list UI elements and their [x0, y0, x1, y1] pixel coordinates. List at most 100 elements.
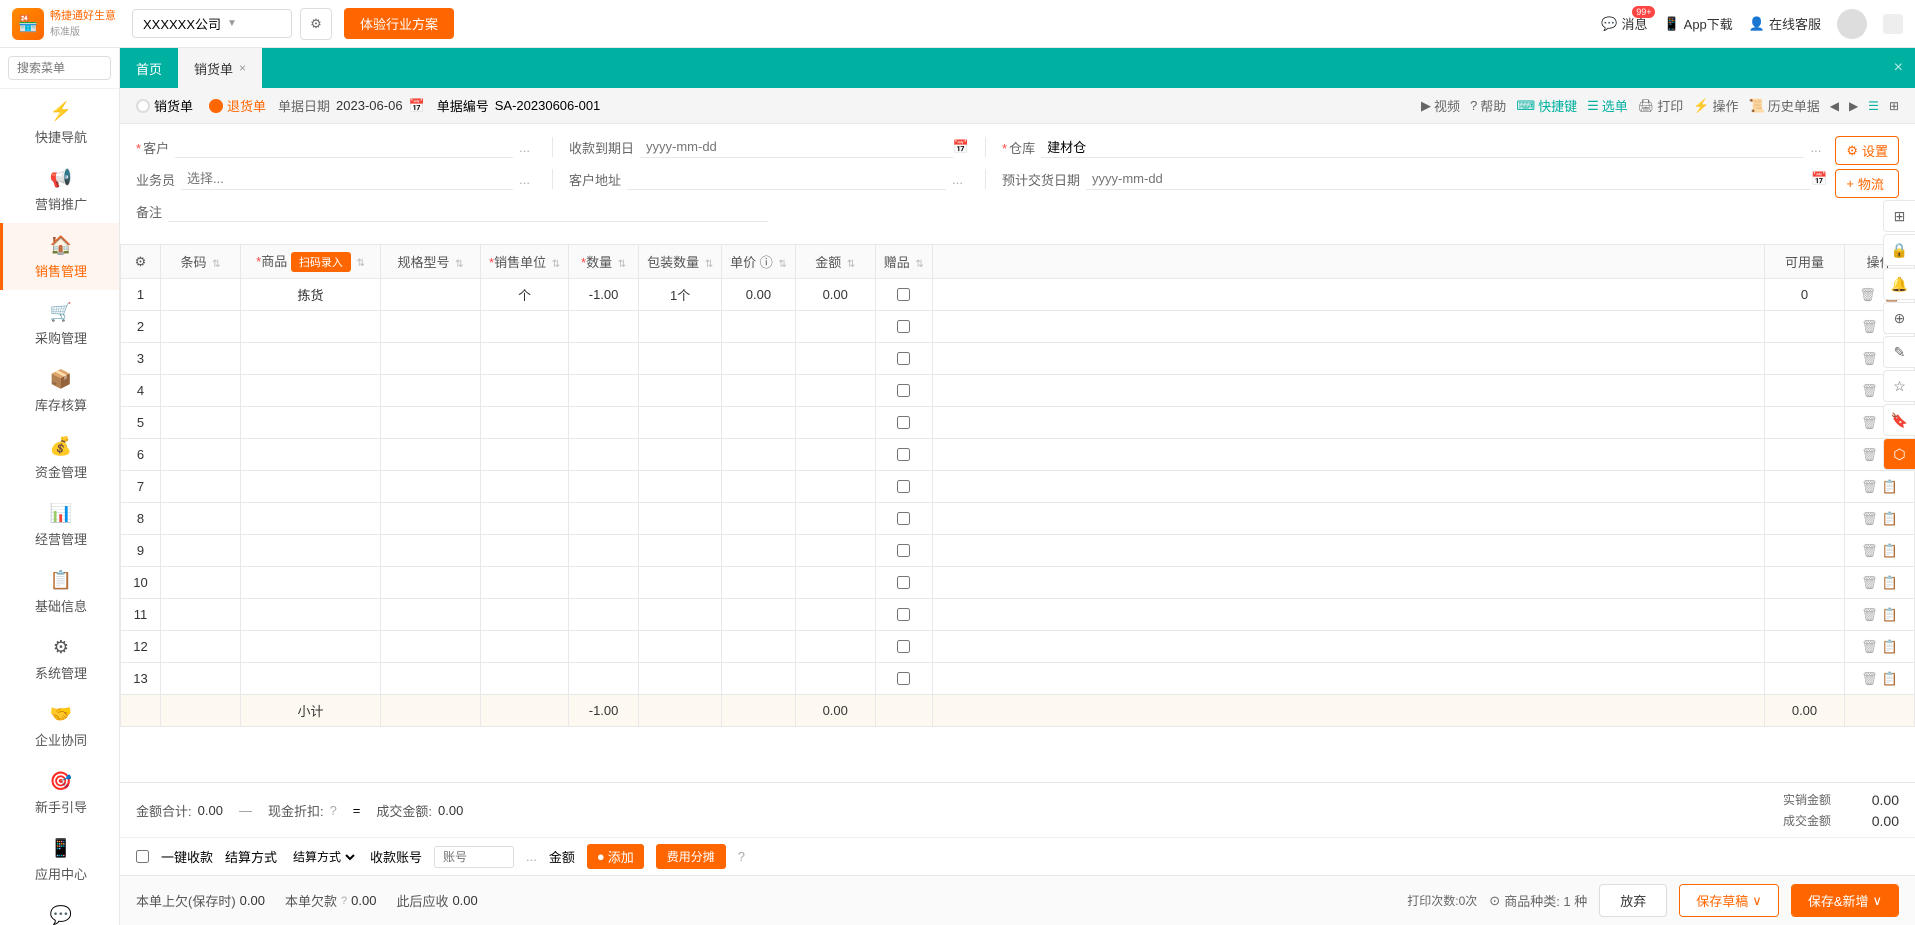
delete-icon[interactable]: 🗑 — [1861, 543, 1878, 558]
th-avail[interactable]: 可用量 — [1765, 245, 1845, 279]
avatar[interactable] — [1837, 9, 1867, 39]
bank-input[interactable] — [434, 846, 514, 868]
delete-icon[interactable]: 🗑 — [1861, 319, 1878, 334]
action-print[interactable]: 🖨 打印 — [1638, 96, 1684, 115]
row-gift[interactable] — [875, 279, 932, 311]
gift-checkbox[interactable] — [897, 608, 910, 621]
copy-icon[interactable]: 📋 — [1882, 671, 1898, 686]
copy-icon[interactable]: 📋 — [1882, 575, 1898, 590]
tab-sales-order[interactable]: 销货单 × — [178, 48, 262, 88]
sidebar-item-purchase[interactable]: 🛒 采购管理 — [0, 290, 119, 357]
sidebar-item-base[interactable]: 📋 基础信息 — [0, 558, 119, 625]
gift-checkbox[interactable] — [897, 320, 910, 333]
gift-checkbox[interactable] — [897, 352, 910, 365]
save-new-button[interactable]: 保存&新增 ∨ — [1792, 885, 1898, 916]
delete-icon[interactable]: 🗑 — [1861, 671, 1878, 686]
calc-method-select[interactable]: 结算方式 — [289, 849, 358, 865]
row-price[interactable]: 0.00 — [722, 279, 796, 311]
right-panel-item-3[interactable]: 🔔 — [1883, 268, 1915, 300]
row-amount[interactable]: 0.00 — [795, 279, 875, 311]
action-history[interactable]: 📜 历史单据 — [1749, 96, 1820, 115]
th-amount[interactable]: 金额 ⇅ — [795, 245, 875, 279]
gift-checkbox[interactable] — [897, 416, 910, 429]
remark-input[interactable] — [168, 200, 768, 222]
delete-icon[interactable]: 🗑 — [1861, 639, 1878, 654]
right-panel-item-8[interactable]: ⬡ — [1883, 438, 1915, 470]
right-panel-item-7[interactable]: 🔖 — [1883, 404, 1915, 436]
copy-icon[interactable]: 📋 — [1882, 479, 1898, 494]
warehouse-input[interactable] — [1041, 136, 1804, 158]
customer-input[interactable] — [175, 136, 513, 158]
sidebar-item-appcenter[interactable]: 📱 应用中心 — [0, 826, 119, 893]
row-pkgqty[interactable]: 1个 — [639, 279, 722, 311]
radio-sales[interactable]: 销货单 — [136, 96, 193, 115]
calendar-icon[interactable]: 📅 — [409, 98, 425, 114]
th-spec[interactable]: 规格型号 ⇅ — [381, 245, 481, 279]
company-selector[interactable]: XXXXXX公司 ▼ — [132, 9, 292, 38]
one-click-checkbox[interactable] — [136, 850, 149, 863]
delete-icon[interactable]: 🗑 — [1861, 575, 1878, 590]
th-barcode[interactable]: 条码 ⇅ — [161, 245, 241, 279]
th-goods[interactable]: *商品 扫码录入 ⇅ — [241, 245, 381, 279]
gift-checkbox[interactable] — [897, 512, 910, 525]
row-qty[interactable]: -1.00 — [569, 279, 639, 311]
delete-icon[interactable]: 🗑 — [1861, 511, 1878, 526]
message-btn[interactable]: 💬 消息 99+ — [1601, 14, 1647, 33]
sidebar-item-inventory[interactable]: 📦 库存核算 — [0, 357, 119, 424]
th-settings[interactable]: ⚙ — [121, 245, 161, 279]
copy-icon[interactable]: 📋 — [1882, 607, 1898, 622]
sidebar-item-marketing[interactable]: 📢 营销推广 — [0, 156, 119, 223]
action-shortcut[interactable]: ⌨ 快捷键 — [1516, 96, 1577, 115]
sidebar-item-enterprise[interactable]: 🤝 企业协同 — [0, 692, 119, 759]
gift-checkbox[interactable] — [897, 672, 910, 685]
delete-icon[interactable]: 🗑 — [1861, 383, 1878, 398]
delete-icon[interactable]: 🗑 — [1861, 447, 1878, 462]
copy-icon[interactable]: 📋 — [1882, 543, 1898, 558]
row-spec[interactable] — [381, 279, 481, 311]
sidebar-item-operations[interactable]: 📊 经营管理 — [0, 491, 119, 558]
right-panel-item-5[interactable]: ✎ — [1883, 336, 1915, 368]
th-qty[interactable]: *数量 ⇅ — [569, 245, 639, 279]
th-unit[interactable]: *销售单位 ⇅ — [481, 245, 569, 279]
user-menu[interactable] — [1883, 14, 1903, 34]
ellipsis-icon[interactable]: ... — [526, 849, 537, 864]
customer-ellipsis[interactable]: ... — [513, 140, 536, 155]
settings-btn[interactable]: ⚙ 设置 — [1835, 136, 1899, 165]
delete-icon[interactable]: 🗑 — [1861, 415, 1878, 430]
delete-icon[interactable]: 🗑 — [1861, 479, 1878, 494]
th-pkgqty[interactable]: 包装数量 ⇅ — [639, 245, 722, 279]
view-list-btn[interactable]: ☰ — [1868, 99, 1879, 113]
th-gift[interactable]: 赠品 ⇅ — [875, 245, 932, 279]
warehouse-ellipsis[interactable]: ... — [1804, 140, 1827, 155]
gift-checkbox[interactable] — [897, 640, 910, 653]
gift-checkbox[interactable] — [897, 288, 910, 301]
settings-icon-btn[interactable]: ⚙ — [300, 8, 332, 40]
expense-question-icon[interactable]: ? — [738, 849, 745, 864]
action-help[interactable]: ? 帮助 — [1470, 96, 1506, 115]
question-icon[interactable]: ? — [341, 895, 347, 907]
action-video[interactable]: ▶ 视频 — [1421, 96, 1460, 115]
question-icon[interactable]: ? — [330, 803, 337, 818]
sidebar-item-sales[interactable]: 🏠 销售管理 — [0, 223, 119, 290]
gift-checkbox[interactable] — [897, 576, 910, 589]
salesperson-input[interactable] — [181, 168, 513, 190]
online-service-btn[interactable]: 👤 在线客服 — [1749, 14, 1821, 33]
salesperson-ellipsis[interactable]: ... — [513, 172, 536, 187]
delete-icon[interactable]: 🗑 — [1859, 287, 1876, 302]
row-unit[interactable]: 个 — [481, 279, 569, 311]
due-date-input[interactable] — [640, 136, 953, 158]
right-panel-item-4[interactable]: ⊕ — [1883, 302, 1915, 334]
view-grid-btn[interactable]: ⊞ — [1889, 99, 1899, 113]
customer-addr-ellipsis[interactable]: ... — [946, 172, 969, 187]
scan-btn[interactable]: 扫码录入 — [291, 252, 351, 272]
due-date-calendar-icon[interactable]: 📅 — [953, 139, 969, 155]
radio-return[interactable]: 退货单 — [209, 96, 266, 115]
expected-date-input[interactable] — [1086, 168, 1811, 190]
tab-close-icon[interactable]: × — [239, 61, 246, 75]
tab-home[interactable]: 首页 — [120, 48, 178, 88]
gift-checkbox[interactable] — [897, 544, 910, 557]
sidebar-item-newguide[interactable]: 🎯 新手引导 — [0, 759, 119, 826]
add-payment-btn[interactable]: ● 添加 — [587, 844, 644, 869]
expected-date-calendar-icon[interactable]: 📅 — [1811, 171, 1827, 187]
gift-checkbox[interactable] — [897, 480, 910, 493]
